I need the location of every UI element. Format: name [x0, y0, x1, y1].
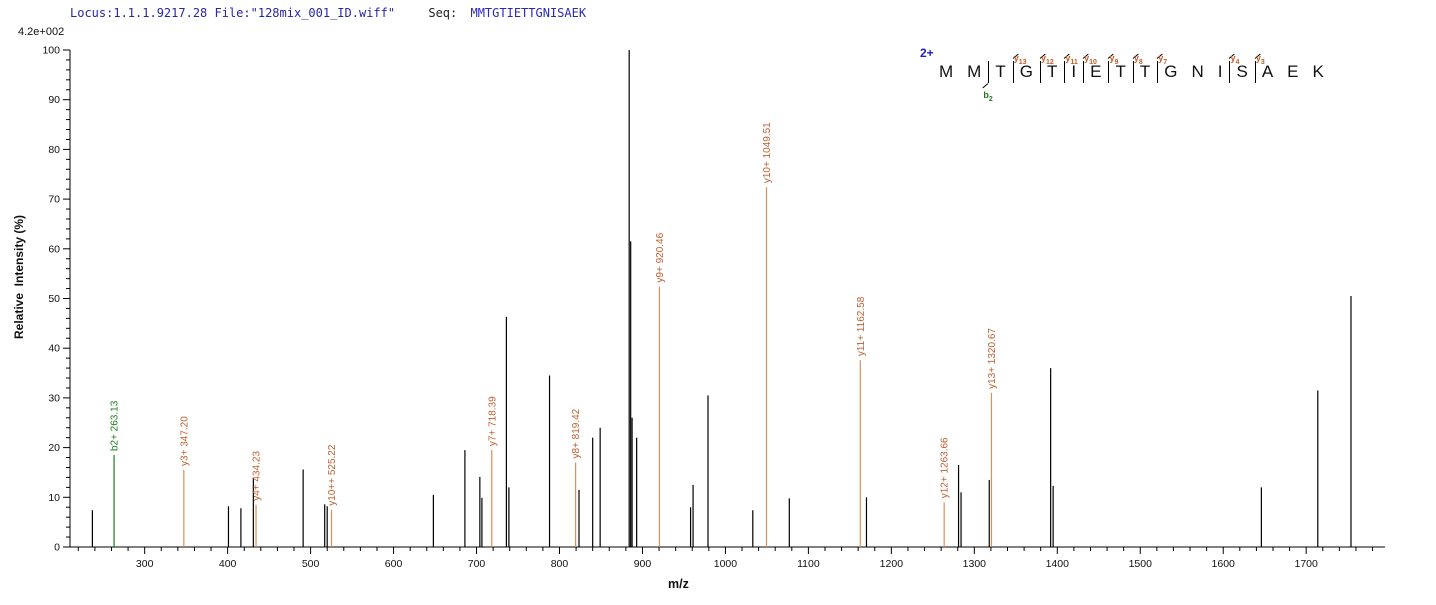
residue: b2T	[988, 62, 1012, 82]
y-tick-label: 60	[48, 243, 60, 255]
peak-label: y8+ 819.42	[571, 408, 582, 458]
peak-label: b2+ 263.13	[110, 400, 121, 451]
x-tick-label: 1400	[1046, 558, 1070, 570]
residue: I	[1211, 62, 1230, 82]
peptide-annotation-panel: 2+ MMb2Ty13Gy12Ty11Iy10Ey9Ty8Ty7GNIy4Sy3…	[918, 46, 1331, 82]
y-tick-label: 70	[48, 194, 60, 206]
residue: y13G	[1013, 62, 1040, 82]
x-tick-label: 1200	[880, 558, 904, 570]
residue-letter: T	[995, 62, 1005, 81]
y-tick-label: 20	[48, 442, 60, 454]
x-tick-label: 700	[468, 558, 486, 570]
y-tick-label: 50	[48, 293, 60, 305]
y-tick-label: 30	[48, 392, 60, 404]
residue-letter: N	[1191, 62, 1203, 81]
peptide-sequence: MMb2Ty13Gy12Ty11Iy10Ey9Ty8Ty7G NIy4Sy3A EK	[932, 62, 1331, 82]
x-tick-label: 300	[136, 558, 154, 570]
y-tick-label: 40	[48, 343, 60, 355]
x-tick-label: 1000	[714, 558, 738, 570]
residue: y11I	[1064, 62, 1083, 82]
peak-label: y10+ 1049.51	[762, 122, 773, 183]
residue: y4S	[1229, 62, 1254, 82]
residue-letter: E	[1287, 62, 1298, 81]
peak-label: y4+ 434.23	[252, 451, 263, 501]
peak-label: y7+ 718.39	[487, 396, 498, 446]
y-ion-label: y11	[1065, 48, 1077, 73]
residue: y3A	[1255, 62, 1280, 82]
residue: y9T	[1108, 62, 1132, 82]
x-tick-label: 800	[551, 558, 569, 570]
y-ion-label: y13	[1014, 48, 1027, 73]
residue: y8T	[1133, 62, 1157, 82]
peak-label: y10++ 525.22	[327, 444, 338, 506]
residue: y7G	[1157, 62, 1184, 82]
y-tick-label: 0	[54, 542, 60, 554]
y-ion-label: y8	[1134, 48, 1143, 73]
spectrum-plot: 0 10 20 30 40 50 60 70 80 90 100 300 400 500 600 700 800…	[0, 0, 1436, 605]
y-tick-label: 80	[48, 144, 60, 156]
x-tick-label: 1600	[1212, 558, 1236, 570]
y-ion-label: y12	[1041, 48, 1054, 73]
y-ion-label: y3	[1256, 48, 1265, 73]
residue: y10E	[1083, 62, 1108, 82]
y-ion-label: y10	[1084, 48, 1097, 73]
tick-labels: 0 10 20 30 40 50 60 70 80 90 100 300 400 500 600 700 800…	[42, 45, 1318, 571]
residue: E	[1280, 62, 1305, 82]
x-tick-label: 400	[219, 558, 237, 570]
residue-letter: M	[939, 62, 953, 81]
x-tick-label: 1700	[1295, 558, 1319, 570]
residue: N	[1184, 62, 1210, 82]
y-tick-label: 100	[42, 45, 60, 57]
residue-letter: I	[1218, 62, 1223, 81]
x-tick-label: 1100	[797, 558, 820, 570]
peak-label: y11+ 1162.58	[856, 296, 867, 356]
y-tick-label: 90	[48, 94, 60, 106]
residue-letter: K	[1313, 62, 1324, 81]
x-tick-label: 900	[634, 558, 652, 570]
residue: M	[960, 62, 988, 82]
residue: M	[932, 62, 960, 82]
y-tick-label: 10	[48, 492, 60, 504]
residue: y12T	[1040, 62, 1064, 82]
residue: K	[1306, 62, 1331, 82]
x-tick-label: 1300	[963, 558, 987, 570]
peak-label: y12+ 1263.66	[940, 437, 951, 498]
residue-letter: M	[967, 62, 981, 81]
peak-label: y9+ 920.46	[655, 232, 666, 282]
y-ion-label: y4	[1230, 48, 1239, 73]
x-tick-label: 500	[302, 558, 320, 570]
peak-labels: b2+ 263.13 y3+ 347.20 y4+ 434.23 y10++ 525.…	[110, 122, 998, 506]
y-ion-label: y9	[1109, 48, 1118, 73]
peak-label: y3+ 347.20	[179, 416, 190, 466]
fragment-divider	[988, 61, 989, 83]
peaks	[92, 50, 1351, 547]
y-ion-label: y7	[1158, 48, 1167, 73]
peak-label: y13+ 1320.67	[987, 328, 998, 389]
x-tick-label: 600	[385, 558, 403, 570]
x-tick-label: 1500	[1129, 558, 1153, 570]
precursor-charge: 2+	[920, 46, 934, 60]
b-ion-label: b2	[983, 85, 992, 110]
